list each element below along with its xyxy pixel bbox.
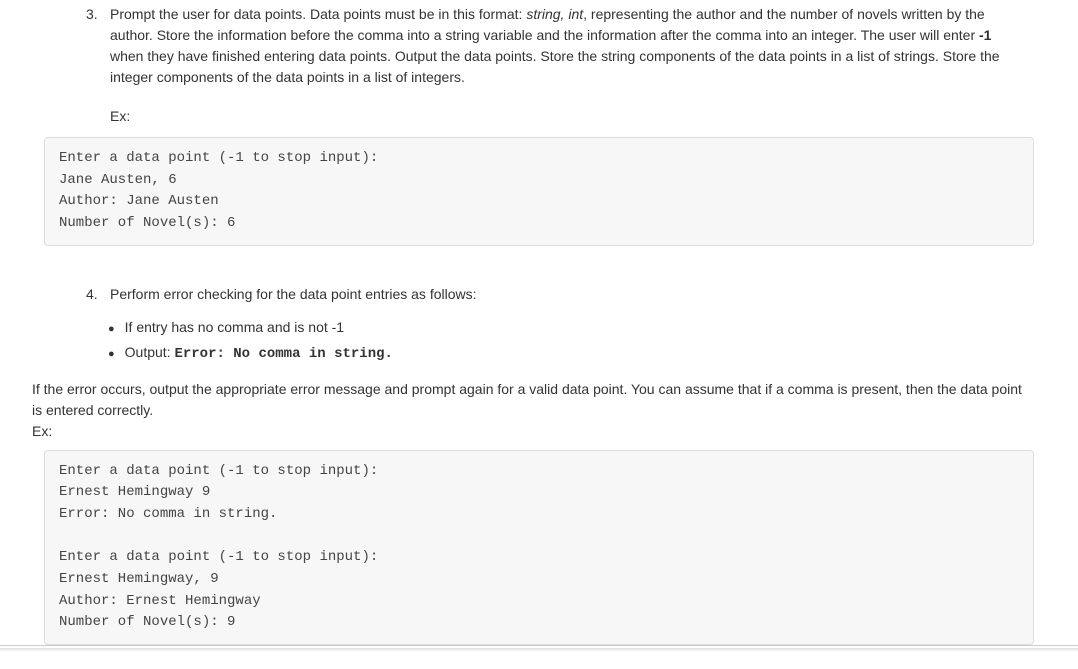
bullet-list: ● If entry has no comma and is not -1 ● …	[32, 317, 1046, 365]
error-message: Error: No comma in string.	[174, 346, 392, 362]
step-4-text: Perform error checking for the data poin…	[110, 284, 1046, 305]
step-4: 4. Perform error checking for the data p…	[32, 284, 1046, 305]
bottom-shadow	[0, 648, 1078, 652]
example-label-1: Ex:	[32, 106, 1046, 127]
bullet-1-text: If entry has no comma and is not -1	[125, 317, 344, 338]
neg-one: -1	[979, 27, 991, 43]
code-block-1: Enter a data point (-1 to stop input): J…	[44, 137, 1034, 246]
bullet-2-text: Output: Error: No comma in string.	[125, 342, 393, 365]
text: If the error occurs, output the appropri…	[32, 381, 1022, 418]
step-3-number: 3.	[86, 4, 106, 88]
bullet-1: ● If entry has no comma and is not -1	[108, 317, 1046, 340]
code-block-2: Enter a data point (-1 to stop input): E…	[44, 450, 1034, 646]
output-label: Output:	[125, 344, 175, 360]
step-3-text: Prompt the user for data points. Data po…	[110, 4, 1046, 88]
bullet-2: ● Output: Error: No comma in string.	[108, 342, 1046, 365]
example-label-2: Ex:	[32, 423, 52, 439]
text: when they have finished entering data po…	[110, 48, 1000, 85]
error-explanation: If the error occurs, output the appropri…	[32, 379, 1046, 442]
bottom-border	[0, 645, 1078, 646]
content-area: 3. Prompt the user for data points. Data…	[0, 4, 1078, 645]
step-4-number: 4.	[86, 284, 106, 305]
bullet-dot-icon: ●	[108, 345, 115, 365]
step-3: 3. Prompt the user for data points. Data…	[32, 4, 1046, 88]
format-int: int	[568, 6, 583, 22]
format-string: string	[526, 6, 560, 22]
document-page: 3. Prompt the user for data points. Data…	[0, 0, 1078, 652]
text: Prompt the user for data points. Data po…	[110, 6, 526, 22]
bullet-dot-icon: ●	[108, 320, 115, 340]
